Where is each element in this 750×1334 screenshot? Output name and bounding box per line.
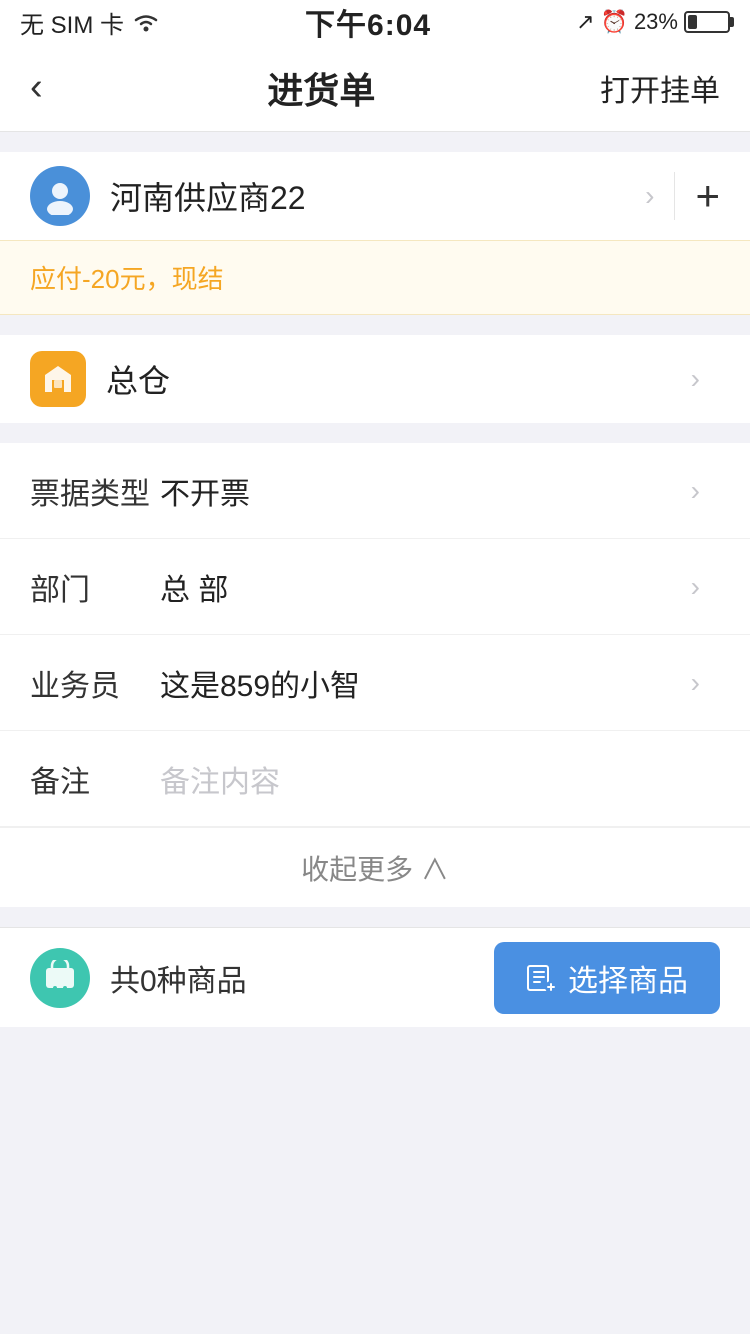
- supplier-avatar: [30, 166, 90, 226]
- status-right: ↗ ⏰ 23%: [576, 9, 730, 35]
- dept-label: 部门: [30, 565, 160, 609]
- dept-value: 总 部: [160, 565, 691, 609]
- page-title: 进货单: [267, 62, 375, 114]
- battery-icon: [684, 11, 730, 33]
- location-icon: ↗: [576, 9, 594, 35]
- supplier-chevron: [645, 180, 654, 212]
- alarm-icon: ⏰: [601, 9, 628, 35]
- product-icon-container: [30, 948, 90, 1008]
- dept-row[interactable]: 部门 总 部: [0, 539, 750, 635]
- carrier-text: 无 SIM 卡: [20, 5, 124, 40]
- supplier-section: 河南供应商22 + 应付-20元，现结: [0, 152, 750, 315]
- remark-label: 备注: [30, 757, 160, 801]
- open-pending-button[interactable]: 打开挂单: [600, 66, 720, 110]
- collapse-text: 收起更多 ∧: [301, 848, 449, 888]
- select-product-button[interactable]: 选择商品: [494, 942, 720, 1014]
- person-icon: [41, 177, 79, 215]
- dept-chevron: [691, 571, 700, 603]
- collapse-row[interactable]: 收起更多 ∧: [0, 827, 750, 907]
- battery-percent: 23%: [634, 9, 678, 35]
- salesman-row[interactable]: 业务员 这是859的小智: [0, 635, 750, 731]
- remark-row[interactable]: 备注 备注内容: [0, 731, 750, 827]
- notice-banner: 应付-20元，现结: [0, 240, 750, 315]
- form-section: 票据类型 不开票 部门 总 部 业务员 这是859的小智 备注 备注内容 收起更…: [0, 443, 750, 907]
- section-gap-2: [0, 315, 750, 335]
- notice-text: 应付-20元，现结: [30, 264, 224, 294]
- supplier-row[interactable]: 河南供应商22 +: [0, 152, 750, 240]
- warehouse-icon: [41, 362, 75, 396]
- salesman-label: 业务员: [30, 661, 160, 705]
- select-product-icon: [526, 962, 558, 994]
- warehouse-section: 总仓: [0, 335, 750, 423]
- remark-input[interactable]: 备注内容: [160, 757, 720, 801]
- warehouse-name: 总仓: [106, 356, 691, 402]
- invoice-label: 票据类型: [30, 469, 160, 513]
- back-button[interactable]: ‹: [30, 66, 43, 109]
- salesman-value: 这是859的小智: [160, 661, 691, 705]
- section-gap-3: [0, 423, 750, 443]
- bottom-bar: 共0种商品 选择商品: [0, 927, 750, 1027]
- select-product-label: 选择商品: [568, 956, 688, 1000]
- add-button[interactable]: +: [674, 172, 720, 220]
- invoice-chevron: [691, 475, 700, 507]
- nav-bar: ‹ 进货单 打开挂单: [0, 44, 750, 132]
- wifi-icon: [132, 12, 160, 32]
- status-time: 下午6:04: [305, 0, 431, 44]
- warehouse-chevron: [691, 363, 700, 395]
- status-left: 无 SIM 卡: [20, 5, 160, 40]
- invoice-value: 不开票: [160, 469, 691, 513]
- supplier-name: 河南供应商22: [110, 173, 645, 219]
- salesman-chevron: [691, 667, 700, 699]
- invoice-row[interactable]: 票据类型 不开票: [0, 443, 750, 539]
- status-bar: 无 SIM 卡 下午6:04 ↗ ⏰ 23%: [0, 0, 750, 44]
- warehouse-icon-container: [30, 351, 86, 407]
- product-count-text: 共0种商品: [110, 956, 494, 1000]
- section-gap-1: [0, 132, 750, 152]
- cart-icon: [42, 960, 78, 996]
- warehouse-row[interactable]: 总仓: [0, 335, 750, 423]
